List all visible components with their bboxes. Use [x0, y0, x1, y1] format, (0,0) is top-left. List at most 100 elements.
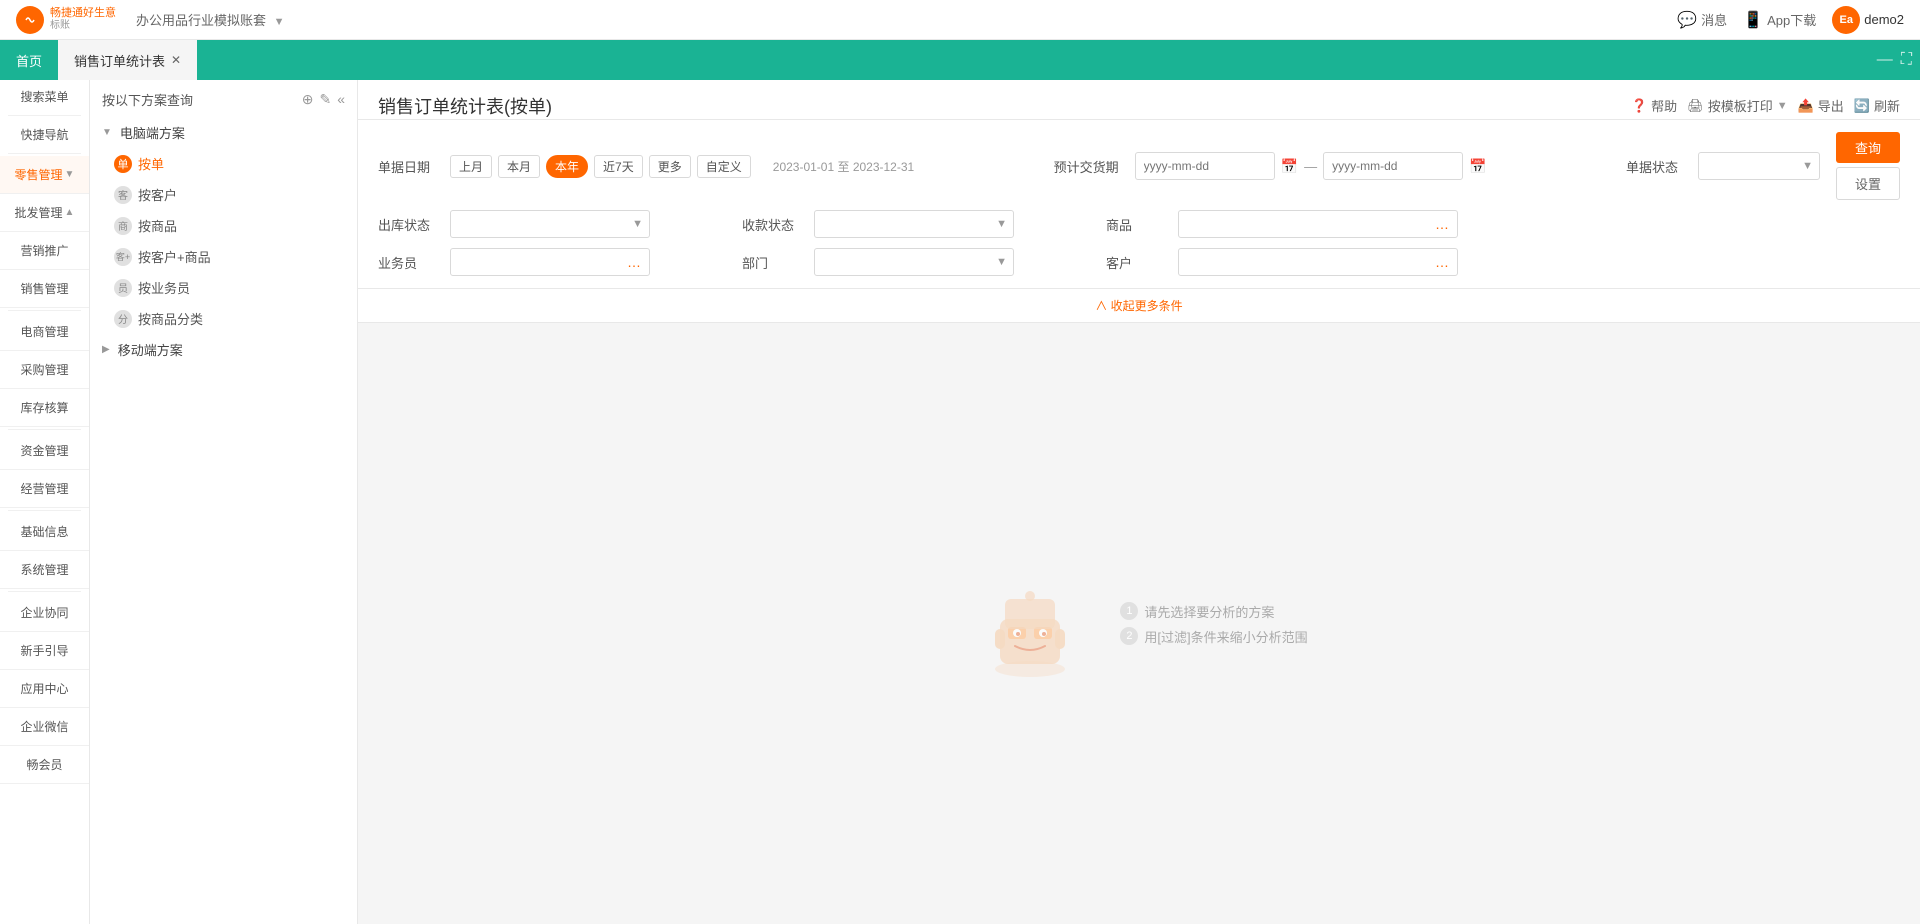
tab-minimize-icon[interactable]: —: [1877, 51, 1893, 69]
salesperson-input[interactable]: [459, 249, 627, 275]
app-title-arrow[interactable]: ▼: [274, 16, 285, 28]
department-select[interactable]: [815, 249, 995, 275]
tab-home[interactable]: 首页: [0, 40, 58, 80]
customer-more-icon[interactable]: …: [1435, 254, 1449, 270]
print-icon: 🖨: [1687, 98, 1704, 114]
sidebar-item-basics[interactable]: 基础信息: [0, 513, 89, 551]
date-btn-custom[interactable]: 自定义: [697, 155, 751, 178]
scheme-icon: 商: [114, 217, 132, 235]
sidebar-item-system[interactable]: 系统管理: [0, 551, 89, 589]
sidebar-item-purchase[interactable]: 采购管理: [0, 351, 89, 389]
print-button[interactable]: 🖨 按模板打印 ▼: [1687, 92, 1787, 119]
sidebar-item-search[interactable]: 搜索菜单: [0, 80, 89, 113]
sidebar-item-member[interactable]: 畅会员: [0, 746, 89, 784]
collapse-panel-button[interactable]: «: [337, 91, 345, 108]
query-button[interactable]: 查询: [1836, 132, 1900, 163]
expected-date-end-input[interactable]: [1323, 152, 1463, 180]
date-btn-this-month[interactable]: 本月: [498, 155, 540, 178]
settings-button[interactable]: 设置: [1836, 167, 1900, 200]
tree-mobile-group[interactable]: ▶ 移动端方案: [90, 334, 357, 365]
sidebar-item-apps[interactable]: 应用中心: [0, 670, 89, 708]
sidebar-item-ecommerce[interactable]: 电商管理: [0, 313, 89, 351]
logo: 畅捷通好生意 标账: [16, 6, 116, 34]
export-button[interactable]: 📤 导出: [1798, 92, 1844, 119]
empty-state: 1 请先选择要分析的方案 2 用[过滤]条件来缩小分析范围: [358, 323, 1920, 924]
user-profile[interactable]: Ea demo2: [1832, 6, 1904, 34]
expected-date-start-input[interactable]: [1135, 152, 1275, 180]
sidebar-item-onboarding[interactable]: 新手引导: [0, 632, 89, 670]
filter-row-1: 单据日期 上月 本月 本年 近7天 更多 自定义 2023-01-01 至 20…: [378, 132, 1900, 200]
sidebar-item-wholesale[interactable]: 批发管理 ▲: [0, 194, 89, 232]
product-input[interactable]: [1187, 211, 1435, 237]
tab-maximize-icon[interactable]: ⛶: [1901, 51, 1912, 69]
app-download-icon: 📱: [1743, 10, 1763, 30]
expected-date-group: 📅 — 📅: [1135, 152, 1487, 180]
payment-status-select-wrapper: ▼: [814, 210, 1014, 238]
out-status-select-wrapper: ▼: [450, 210, 650, 238]
logo-text: 畅捷通好生意 标账: [50, 7, 116, 32]
sidebar-item-sales-mgmt[interactable]: 销售管理: [0, 270, 89, 308]
tree-item-by-product[interactable]: 商 按商品: [102, 210, 357, 241]
filter-area: 单据日期 上月 本月 本年 近7天 更多 自定义 2023-01-01 至 20…: [358, 120, 1920, 289]
date-btn-last-month[interactable]: 上月: [450, 155, 492, 178]
chevron-down-icon: ▼: [65, 169, 75, 180]
salesperson-more-icon[interactable]: …: [627, 254, 641, 270]
collapse-more-bar[interactable]: ∧ 收起更多条件: [358, 289, 1920, 323]
left-panel: 按以下方案查询 ⊕ ✎ « ▼ 电脑端方案 单 按单 客 按客户: [90, 80, 358, 924]
page-title: 销售订单统计表(按单): [378, 93, 552, 119]
product-label: 商品: [1106, 215, 1162, 234]
out-status-label: 出库状态: [378, 215, 434, 234]
calendar-start-icon[interactable]: 📅: [1281, 158, 1298, 175]
refresh-icon: 🔄: [1854, 98, 1870, 114]
payment-status-select[interactable]: [815, 211, 995, 237]
customer-input[interactable]: [1187, 249, 1435, 275]
tree-item-by-order[interactable]: 单 按单: [102, 148, 357, 179]
sidebar: 搜索菜单 快捷导航 零售管理 ▼ 批发管理 ▲ 营销推广 销售管理 电商管理 采…: [0, 80, 90, 924]
logo-icon: [16, 6, 44, 34]
sidebar-item-finance[interactable]: 资金管理: [0, 432, 89, 470]
left-panel-header: 按以下方案查询 ⊕ ✎ «: [90, 90, 357, 117]
tree-pc-group[interactable]: ▼ 电脑端方案: [90, 117, 357, 148]
help-button[interactable]: ❓ 帮助: [1631, 92, 1677, 119]
edit-scheme-button[interactable]: ✎: [319, 91, 331, 108]
tab-bar: 首页 销售订单统计表 ✕ — ⛶: [0, 40, 1920, 80]
date-btn-more[interactable]: 更多: [649, 155, 691, 178]
status-select[interactable]: [1699, 153, 1819, 179]
app-title: 办公用品行业模拟账套 ▼: [136, 10, 285, 29]
product-more-icon[interactable]: …: [1435, 216, 1449, 232]
calendar-end-icon[interactable]: 📅: [1469, 158, 1486, 175]
sidebar-item-inventory[interactable]: 库存核算: [0, 389, 89, 427]
department-select-wrapper: ▼: [814, 248, 1014, 276]
out-status-select[interactable]: [451, 211, 631, 237]
add-scheme-button[interactable]: ⊕: [302, 91, 314, 108]
page-header: 销售订单统计表(按单) ❓ 帮助 🖨 按模板打印 ▼ 📤 导出: [358, 80, 1920, 120]
tab-close-icon[interactable]: ✕: [171, 53, 181, 67]
sidebar-item-retail[interactable]: 零售管理 ▼: [0, 156, 89, 194]
refresh-button[interactable]: 🔄 刷新: [1854, 92, 1900, 119]
date-buttons-group: 上月 本月 本年 近7天 更多 自定义: [450, 155, 751, 178]
message-button[interactable]: 💬 消息: [1677, 10, 1727, 30]
tree-item-by-category[interactable]: 分 按商品分类: [102, 303, 357, 334]
status-label: 单据状态: [1626, 157, 1682, 176]
sidebar-item-operations[interactable]: 经营管理: [0, 470, 89, 508]
date-btn-7days[interactable]: 近7天: [594, 155, 643, 178]
app-download-button[interactable]: 📱 App下载: [1743, 10, 1816, 30]
sidebar-item-wechat[interactable]: 企业微信: [0, 708, 89, 746]
page-header-actions: ❓ 帮助 🖨 按模板打印 ▼ 📤 导出 🔄 刷新: [1631, 92, 1900, 119]
sidebar-item-cooperation[interactable]: 企业协同: [0, 594, 89, 632]
status-select-wrapper: ▼: [1698, 152, 1820, 180]
scheme-icon: 客: [114, 186, 132, 204]
date-btn-this-year[interactable]: 本年: [546, 155, 588, 178]
chevron-up-icon: ▲: [65, 207, 75, 218]
tree-item-by-customer[interactable]: 客 按客户: [102, 179, 357, 210]
chevron-down-icon: ▼: [102, 127, 112, 138]
left-panel-actions: ⊕ ✎ «: [302, 91, 345, 108]
tree-item-by-salesperson[interactable]: 员 按业务员: [102, 272, 357, 303]
tree-item-by-customer-product[interactable]: 客+ 按客户+商品: [102, 241, 357, 272]
print-dropdown-icon[interactable]: ▼: [1777, 100, 1788, 112]
scheme-icon: 分: [114, 310, 132, 328]
tab-sales-order[interactable]: 销售订单统计表 ✕: [58, 40, 197, 80]
sidebar-item-shortcut[interactable]: 快捷导航: [0, 118, 89, 151]
query-buttons: 查询 设置: [1836, 132, 1900, 200]
sidebar-item-marketing[interactable]: 营销推广: [0, 232, 89, 270]
